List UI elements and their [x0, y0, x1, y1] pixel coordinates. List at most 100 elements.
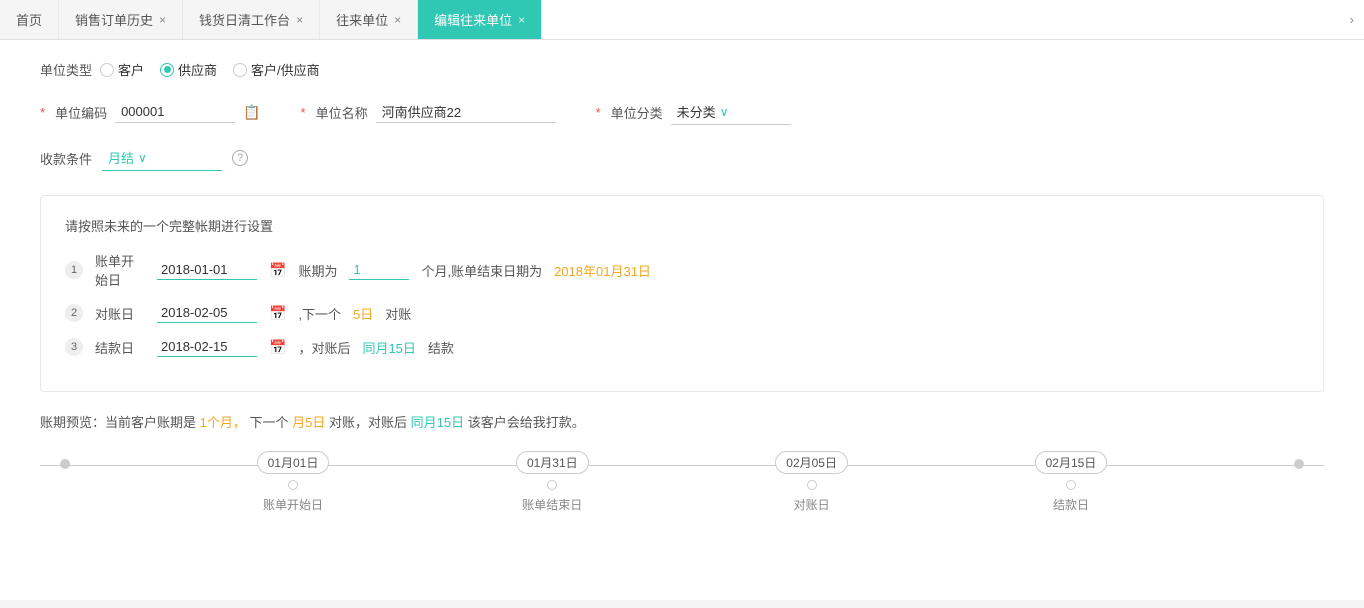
unit-type-row: 单位类型 客户 供应商 客户/供应商 [40, 60, 1324, 79]
period-num-2: 2 [65, 304, 83, 322]
preview-section: 账期预览：当前客户账期是 1个月， 下一个 月5日 对账，对账后 同月15日 该… [40, 412, 1324, 431]
timeline-start [60, 459, 70, 469]
preview-reconcile-post: 对账，对账后 [329, 415, 407, 430]
timeline-label-3: 对账日 [794, 496, 830, 513]
copy-icon[interactable]: 📋 [243, 104, 260, 121]
period-pay-date-input[interactable] [157, 337, 257, 357]
tab-cash-work[interactable]: 钱货日清工作台 × [183, 0, 320, 39]
tab-sales-history-label: 销售订单历史 [75, 10, 153, 29]
radio-customer-circle [100, 63, 114, 77]
unit-code-input[interactable] [115, 101, 235, 123]
timeline-label-4: 结款日 [1053, 496, 1089, 513]
name-required-star: * [301, 105, 306, 120]
period-settings-box: 请按照未来的一个完整帐期进行设置 1 账单开始日 📅 账期为 个月,账单结束日期… [40, 195, 1324, 392]
period-label-2: 对账日 [95, 304, 145, 323]
period-row-2: 2 对账日 📅 ,下一个 5日 对账 [65, 303, 1299, 323]
timeline-point-1: 01月01日 账单开始日 [257, 451, 330, 513]
timeline-badge-4: 02月15日 [1035, 451, 1108, 474]
tab-partner-label: 往来单位 [336, 10, 388, 29]
unit-name-group: * 单位名称 [301, 101, 556, 123]
period-pay-highlight: 同月15日 [362, 338, 415, 357]
code-required-star: * [40, 105, 45, 120]
timeline-label-2: 账单结束日 [522, 496, 582, 513]
calendar-icon-3[interactable]: 📅 [269, 339, 286, 356]
period-num-1: 1 [65, 261, 83, 279]
payment-dropdown-arrow[interactable]: ∨ [138, 151, 147, 165]
radio-supplier-label: 供应商 [178, 60, 217, 79]
timeline-dot-2 [547, 480, 557, 490]
timeline-dot-3 [807, 480, 817, 490]
timeline-dot-1 [288, 480, 298, 490]
radio-both-circle [233, 63, 247, 77]
timeline-point-3: 02月05日 对账日 [775, 451, 848, 513]
period-reconcile-prefix: ,下一个 [298, 304, 341, 323]
tab-cash-work-label: 钱货日清工作台 [199, 10, 290, 29]
timeline-badge-3: 02月05日 [775, 451, 848, 474]
tab-home[interactable]: 首页 [0, 0, 59, 39]
preview-months: 1个月， [200, 415, 246, 430]
timeline-badge-2: 01月31日 [516, 451, 589, 474]
tab-sales-history-close[interactable]: × [159, 13, 166, 27]
unit-category-label: 单位分类 [611, 103, 663, 122]
timeline-label-1: 账单开始日 [263, 496, 323, 513]
main-content: 单位类型 客户 供应商 客户/供应商 * 单位编码 [0, 40, 1364, 600]
unit-type-group: 单位类型 客户 供应商 客户/供应商 [40, 60, 320, 79]
unit-category-group: * 单位分类 未分类 ∨ [596, 99, 791, 125]
tab-more-button[interactable]: › [1340, 0, 1364, 39]
timeline-end-dot [1294, 459, 1304, 469]
tab-edit-partner-close[interactable]: × [518, 13, 525, 27]
preview-pay-post: 该客户会给我打款。 [468, 415, 585, 430]
timeline-section: 01月01日 账单开始日 01月31日 账单结束日 02月05日 对账日 [40, 451, 1324, 553]
period-reconcile-suffix: 对账 [385, 304, 411, 323]
timeline-point-4: 02月15日 结款日 [1035, 451, 1108, 513]
unit-info-row: * 单位编码 📋 * 单位名称 * 单位分类 未分类 ∨ [40, 99, 1324, 125]
unit-category-value: 未分类 [677, 102, 716, 121]
period-num-3: 3 [65, 338, 83, 356]
preview-reconcile-highlight: 月5日 [292, 415, 325, 430]
unit-type-radio-group: 客户 供应商 客户/供应商 [100, 60, 320, 79]
timeline-badge-1: 01月01日 [257, 451, 330, 474]
tab-sales-history[interactable]: 销售订单历史 × [59, 0, 183, 39]
unit-code-label: 单位编码 [55, 103, 107, 122]
unit-category-select[interactable]: 未分类 ∨ [671, 99, 791, 125]
radio-supplier[interactable]: 供应商 [160, 60, 217, 79]
category-dropdown-arrow[interactable]: ∨ [720, 105, 729, 119]
payment-select[interactable]: 月结 ∨ [102, 145, 222, 171]
timeline-point-2: 01月31日 账单结束日 [516, 451, 589, 513]
tab-edit-partner[interactable]: 编辑往来单位 × [418, 0, 542, 39]
period-title: 请按照未来的一个完整帐期进行设置 [65, 216, 1299, 235]
radio-both[interactable]: 客户/供应商 [233, 60, 320, 79]
period-label-3: 结款日 [95, 338, 145, 357]
period-month-count-input[interactable] [349, 260, 409, 280]
payment-label: 收款条件 [40, 149, 92, 168]
radio-both-label: 客户/供应商 [251, 60, 320, 79]
period-pay-prefix: ，对账后 [298, 338, 350, 357]
period-row-1: 1 账单开始日 📅 账期为 个月,账单结束日期为 2018年01月31日 [65, 251, 1299, 289]
period-reconcile-date-input[interactable] [157, 303, 257, 323]
period-suffix-1: 账期为 [298, 261, 337, 280]
unit-name-input[interactable] [376, 101, 556, 123]
payment-value: 月结 [108, 148, 134, 167]
tab-partner[interactable]: 往来单位 × [320, 0, 418, 39]
chevron-right-icon: › [1350, 12, 1354, 27]
tab-bar: 首页 销售订单历史 × 钱货日清工作台 × 往来单位 × 编辑往来单位 × › [0, 0, 1364, 40]
period-start-date-input[interactable] [157, 260, 257, 280]
help-icon[interactable]: ? [232, 150, 248, 166]
payment-row: 收款条件 月结 ∨ ? [40, 145, 1324, 171]
period-end-date: 2018年01月31日 [554, 261, 651, 280]
cat-required-star: * [596, 105, 601, 120]
radio-customer-label: 客户 [118, 60, 144, 79]
timeline-dot-4 [1066, 480, 1076, 490]
radio-customer[interactable]: 客户 [100, 60, 144, 79]
unit-type-label: 单位类型 [40, 60, 92, 79]
preview-pay-highlight: 同月15日 [411, 415, 464, 430]
period-reconcile-highlight: 5日 [353, 304, 373, 323]
calendar-icon-2[interactable]: 📅 [269, 305, 286, 322]
timeline-end [1294, 459, 1304, 469]
tab-home-label: 首页 [16, 10, 42, 29]
timeline-start-dot [60, 459, 70, 469]
calendar-icon-1[interactable]: 📅 [269, 262, 286, 279]
period-row-3: 3 结款日 📅 ，对账后 同月15日 结款 [65, 337, 1299, 357]
tab-cash-work-close[interactable]: × [296, 13, 303, 27]
tab-partner-close[interactable]: × [394, 13, 401, 27]
